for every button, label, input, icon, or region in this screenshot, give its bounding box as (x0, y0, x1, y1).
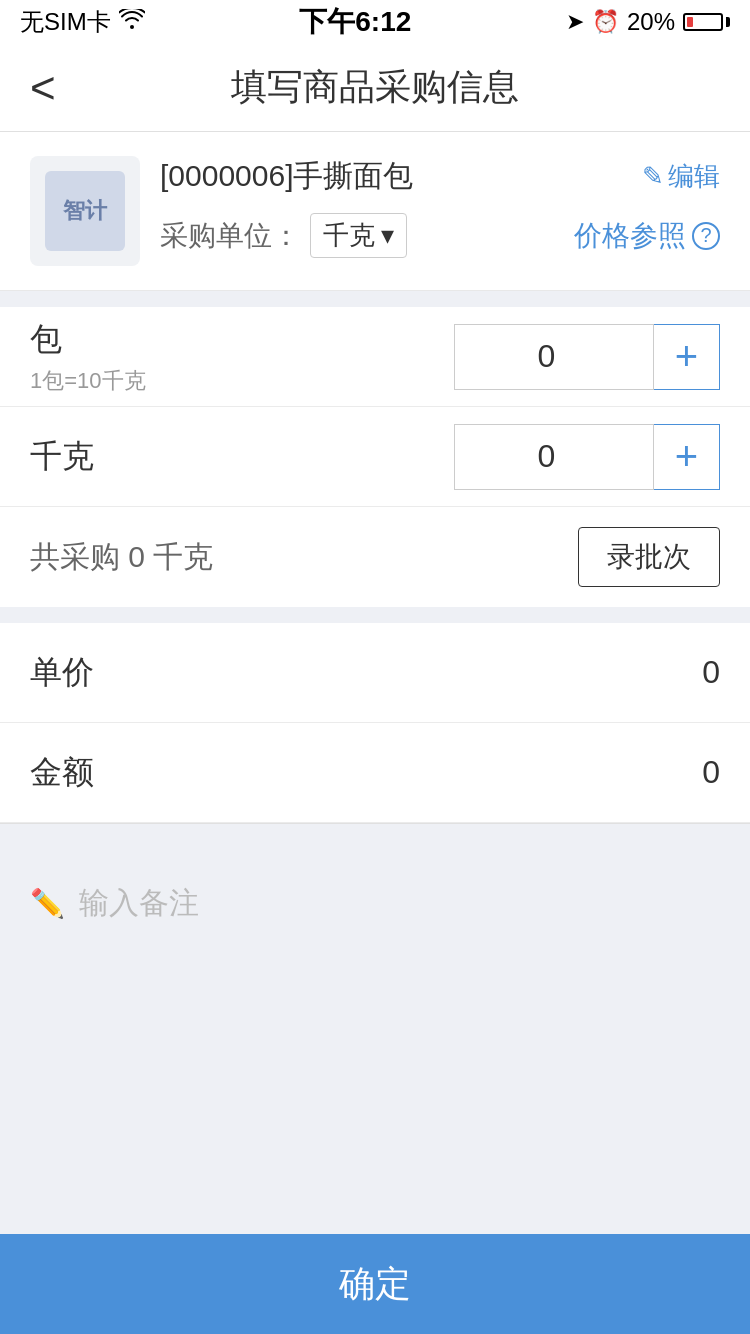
carrier-text: 无SIM卡 (20, 6, 111, 38)
bao-row: 包 1包=10千克 + (0, 307, 750, 407)
bao-label: 包 1包=10千克 (30, 318, 146, 396)
batch-button[interactable]: 录批次 (578, 527, 720, 587)
amount-label: 金额 (30, 751, 94, 795)
detail-section: 单价 0 金额 0 (0, 623, 750, 823)
location-icon: ➤ (566, 9, 584, 35)
status-bar: 无SIM卡 下午6:12 ➤ ⏰ 20% (0, 0, 750, 44)
product-info: [0000006]手撕面包 ✎ 编辑 采购单位： 千克 ▾ 价格参照 ? (160, 156, 720, 258)
amount-value: 0 (702, 754, 720, 791)
price-label: 单价 (30, 651, 94, 695)
remark-placeholder: 输入备注 (79, 883, 199, 924)
product-thumb-logo: 智计 (45, 171, 125, 251)
back-button[interactable]: < (30, 66, 56, 110)
purchase-unit-row: 采购单位： 千克 ▾ 价格参照 ? (160, 213, 720, 258)
pencil-icon: ✏️ (30, 887, 65, 920)
kg-input-right: + (454, 424, 720, 490)
bao-sublabel: 1包=10千克 (30, 366, 146, 396)
kg-row: 千克 + (0, 407, 750, 507)
kg-input[interactable] (454, 424, 654, 490)
status-right: ➤ ⏰ 20% (566, 8, 730, 36)
remark-section[interactable]: ✏️ 输入备注 (0, 823, 750, 983)
help-icon: ? (692, 222, 720, 250)
bao-plus-button[interactable]: + (654, 324, 720, 390)
unit-label: 采购单位： (160, 217, 300, 255)
product-thumbnail: 智计 (30, 156, 140, 266)
bao-input[interactable] (454, 324, 654, 390)
input-section: 包 1包=10千克 + 千克 + (0, 307, 750, 507)
chevron-down-icon: ▾ (381, 220, 394, 251)
price-row: 单价 0 (0, 623, 750, 723)
product-card: 智计 [0000006]手撕面包 ✎ 编辑 采购单位： 千克 ▾ 价格参照 ? (0, 132, 750, 291)
product-name: [0000006]手撕面包 (160, 156, 413, 197)
kg-label: 千克 (30, 435, 94, 479)
confirm-bar[interactable]: 确定 (0, 1234, 750, 1334)
confirm-label: 确定 (339, 1260, 411, 1309)
section-divider-2 (0, 607, 750, 623)
kg-label-main: 千克 (30, 435, 94, 479)
battery-pct: 20% (627, 8, 675, 36)
bao-input-right: + (454, 324, 720, 390)
product-name-row: [0000006]手撕面包 ✎ 编辑 (160, 156, 720, 197)
kg-plus-button[interactable]: + (654, 424, 720, 490)
status-left: 无SIM卡 (20, 6, 145, 38)
edit-label: 编辑 (668, 159, 720, 194)
edit-icon: ✎ (642, 161, 664, 192)
summary-label: 共采购 0 千克 (30, 537, 213, 578)
price-ref-label: 价格参照 (574, 217, 686, 255)
amount-row: 金额 0 (0, 723, 750, 823)
section-divider-1 (0, 291, 750, 307)
bao-label-main: 包 (30, 318, 146, 362)
nav-bar: < 填写商品采购信息 (0, 44, 750, 132)
unit-value: 千克 (323, 218, 375, 253)
page-title: 填写商品采购信息 (231, 63, 519, 112)
edit-button[interactable]: ✎ 编辑 (642, 159, 720, 194)
alarm-icon: ⏰ (592, 9, 619, 35)
wifi-icon (119, 9, 145, 35)
battery-icon (683, 13, 730, 31)
summary-row: 共采购 0 千克 录批次 (0, 507, 750, 607)
status-time: 下午6:12 (299, 3, 411, 41)
price-value: 0 (702, 654, 720, 691)
unit-select[interactable]: 千克 ▾ (310, 213, 407, 258)
price-ref-button[interactable]: 价格参照 ? (574, 217, 720, 255)
